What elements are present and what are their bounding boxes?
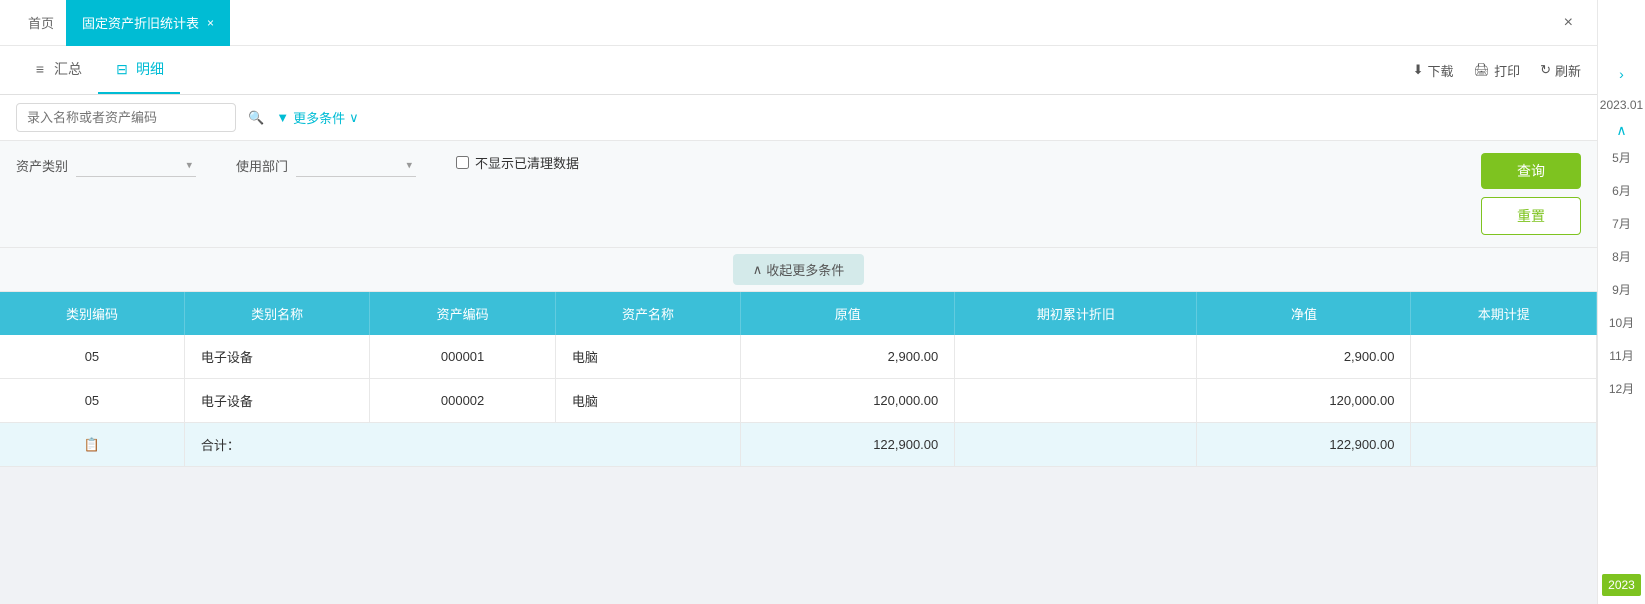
col-header-asset-code: 资产编码 bbox=[370, 292, 555, 335]
cell-asset-name: 电脑 bbox=[555, 379, 740, 423]
tab-label: 固定资产折旧统计表 bbox=[82, 13, 199, 32]
total-original-value: 122,900.00 bbox=[741, 423, 955, 467]
chevron-down-icon: ∨ bbox=[349, 110, 359, 126]
cell-accumulated-dep bbox=[955, 335, 1197, 379]
query-button[interactable]: 查询 bbox=[1481, 153, 1581, 189]
total-accumulated-dep bbox=[955, 423, 1197, 467]
sidebar-month-7[interactable]: 7月 bbox=[1612, 209, 1631, 238]
sidebar-month-5[interactable]: 5月 bbox=[1612, 143, 1631, 172]
cell-current-period bbox=[1411, 379, 1597, 423]
summary-label: 汇总 bbox=[54, 59, 82, 79]
download-button[interactable]: ⬇ 下载 bbox=[1413, 61, 1454, 80]
print-button[interactable]: 🖨 打印 bbox=[1474, 61, 1521, 80]
cell-asset-code: 000002 bbox=[370, 379, 555, 423]
total-net-value: 122,900.00 bbox=[1197, 423, 1411, 467]
detail-icon: ⊟ bbox=[114, 61, 130, 77]
cell-category-name: 电子设备 bbox=[184, 335, 369, 379]
cell-net-value: 2,900.00 bbox=[1197, 335, 1411, 379]
cell-accumulated-dep bbox=[955, 379, 1197, 423]
total-icon: 📋 bbox=[84, 437, 100, 452]
sidebar-month-6[interactable]: 6月 bbox=[1612, 176, 1631, 205]
year-badge: 2023 bbox=[1602, 574, 1641, 596]
col-header-original-value: 原值 bbox=[741, 292, 955, 335]
total-icon-cell: 📋 bbox=[0, 423, 184, 467]
refresh-label: 刷新 bbox=[1555, 61, 1581, 80]
col-header-asset-name: 资产名称 bbox=[555, 292, 740, 335]
hide-cleared-label: 不显示已清理数据 bbox=[475, 153, 579, 172]
total-label: 合计： bbox=[184, 423, 740, 467]
cell-asset-name: 电脑 bbox=[555, 335, 740, 379]
sidebar-period: 2023.01 bbox=[1600, 92, 1643, 118]
cell-category-code: 05 bbox=[0, 335, 184, 379]
tab-detail[interactable]: ⊟ 明细 bbox=[98, 46, 180, 94]
cell-original-value: 2,900.00 bbox=[741, 335, 955, 379]
cell-net-value: 120,000.00 bbox=[1197, 379, 1411, 423]
download-icon: ⬇ bbox=[1413, 62, 1424, 78]
department-select[interactable] bbox=[296, 153, 416, 177]
print-icon: 🖨 bbox=[1474, 62, 1491, 78]
filter-label: 更多条件 bbox=[293, 108, 345, 127]
print-label: 打印 bbox=[1494, 61, 1520, 80]
tab-close-icon[interactable]: × bbox=[207, 16, 214, 30]
tab-summary[interactable]: ≡ 汇总 bbox=[16, 46, 98, 94]
total-current-period bbox=[1411, 423, 1597, 467]
search-icon[interactable]: 🔍 bbox=[248, 110, 264, 126]
download-label: 下载 bbox=[1428, 61, 1454, 80]
asset-category-select[interactable] bbox=[76, 153, 196, 177]
col-header-accumulated-dep: 期初累计折旧 bbox=[955, 292, 1197, 335]
detail-label: 明细 bbox=[136, 59, 164, 79]
sidebar-month-9[interactable]: 9月 bbox=[1612, 275, 1631, 304]
cell-current-period bbox=[1411, 335, 1597, 379]
cell-category-code: 05 bbox=[0, 379, 184, 423]
asset-category-label: 资产类别 bbox=[16, 156, 68, 175]
table-row: 05 电子设备 000002 电脑 120,000.00 120,000.00 bbox=[0, 379, 1597, 423]
sidebar-scroll-up[interactable]: ∧ bbox=[1616, 122, 1626, 139]
col-header-category-name: 类别名称 bbox=[184, 292, 369, 335]
cell-original-value: 120,000.00 bbox=[741, 379, 955, 423]
more-filter-button[interactable]: ▼ 更多条件 ∨ bbox=[276, 108, 358, 127]
sidebar-expand-arrow[interactable]: › bbox=[1619, 60, 1624, 88]
collapse-button[interactable]: ∧ 收起更多条件 bbox=[733, 254, 865, 285]
filter-icon: ▼ bbox=[276, 110, 289, 125]
refresh-icon: ↻ bbox=[1540, 62, 1551, 78]
active-tab[interactable]: 固定资产折旧统计表 × bbox=[66, 0, 230, 46]
collapse-icon: ∧ bbox=[753, 262, 763, 278]
sidebar-month-8[interactable]: 8月 bbox=[1612, 242, 1631, 271]
col-header-category-code: 类别编码 bbox=[0, 292, 184, 335]
table-row: 05 电子设备 000001 电脑 2,900.00 2,900.00 bbox=[0, 335, 1597, 379]
col-header-net-value: 净值 bbox=[1197, 292, 1411, 335]
total-row: 📋 合计： 122,900.00 122,900.00 bbox=[0, 423, 1597, 467]
window-close-icon[interactable]: × bbox=[1556, 14, 1581, 32]
reset-button[interactable]: 重置 bbox=[1481, 197, 1581, 235]
cell-category-name: 电子设备 bbox=[184, 379, 369, 423]
home-nav[interactable]: 首页 bbox=[16, 13, 66, 32]
cell-asset-code: 000001 bbox=[370, 335, 555, 379]
summary-icon: ≡ bbox=[32, 61, 48, 77]
search-input[interactable] bbox=[16, 103, 236, 132]
sidebar-month-12[interactable]: 12月 bbox=[1609, 374, 1634, 403]
sidebar-month-11[interactable]: 11月 bbox=[1609, 341, 1633, 370]
col-header-current-period: 本期计提 bbox=[1411, 292, 1597, 335]
department-label: 使用部门 bbox=[236, 156, 288, 175]
collapse-label: 收起更多条件 bbox=[766, 260, 844, 279]
refresh-button[interactable]: ↻ 刷新 bbox=[1540, 61, 1581, 80]
hide-cleared-checkbox[interactable] bbox=[456, 156, 469, 169]
sidebar-month-10[interactable]: 10月 bbox=[1609, 308, 1634, 337]
